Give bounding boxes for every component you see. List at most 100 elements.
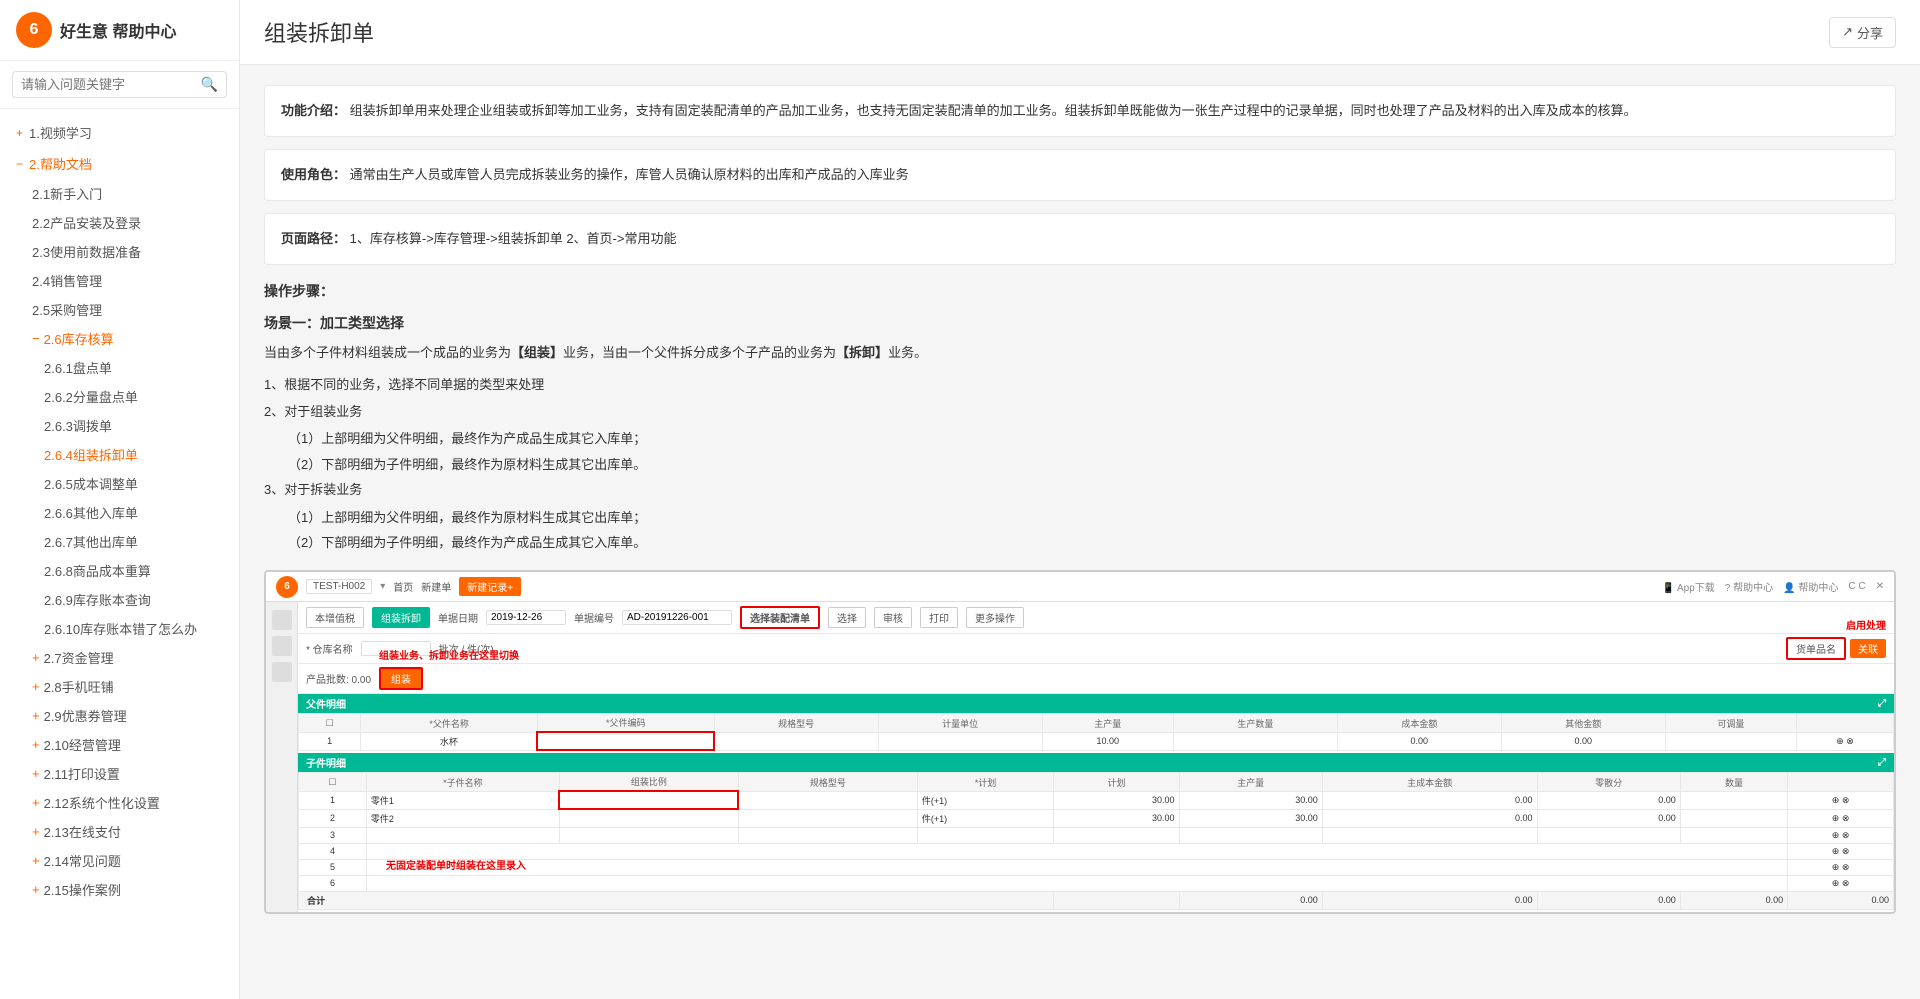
page-title: 组装拆卸单	[264, 16, 374, 48]
search-box[interactable]: 🔍	[12, 71, 227, 98]
upper-cell-checkbox[interactable]: 1	[299, 732, 361, 750]
step-3: 3、对于拆装业务	[264, 478, 1896, 501]
scenario1-intro: 当由多个子件材料组装成一个成品的业务为【组装】业务，当由一个父件拆分成多个子产品…	[264, 341, 1896, 364]
sidebar-item-sales[interactable]: 2.4销售管理	[0, 266, 239, 295]
app-select-btn[interactable]: 选择	[828, 607, 866, 628]
app-nav-home[interactable]: 首页	[393, 579, 413, 594]
nav-tree: + 1.视频学习 − 2.帮助文档 2.1新手入门 2.2产品安装及登录 2.3…	[0, 109, 239, 999]
app-date-input[interactable]	[486, 610, 566, 625]
app-id: TEST-H002	[306, 579, 372, 594]
lr3-action[interactable]: ⊕ ⊗	[1788, 827, 1894, 843]
sidebar-item-data-prep[interactable]: 2.3使用前数据准备	[0, 237, 239, 266]
search-icon[interactable]: 🔍	[201, 76, 218, 93]
lr1-action[interactable]: ⊕ ⊗	[1788, 791, 1894, 809]
sidebar-item-help-docs[interactable]: − 2.帮助文档	[0, 148, 239, 179]
sidebar-item-purchase[interactable]: 2.5采购管理	[0, 295, 239, 324]
upper-cell-name[interactable]: 水杯	[361, 732, 538, 750]
lr5-action[interactable]: ⊕ ⊗	[1788, 859, 1894, 875]
lr5-check[interactable]: 5	[299, 859, 367, 875]
lr3-plan2	[1054, 827, 1179, 843]
app-more-btn[interactable]: 更多操作	[966, 607, 1024, 628]
lr1-check[interactable]: 1	[299, 791, 367, 809]
sidebar-item-ops[interactable]: + 2.10经营管理	[0, 730, 239, 759]
app-assembly-toggle-btn[interactable]: 组装	[379, 667, 423, 690]
app-tab-invoice[interactable]: 本增值税	[306, 607, 364, 628]
steps-list: 1、根据不同的业务，选择不同单据的类型来处理 2、对于组装业务 （1）上部明细为…	[264, 373, 1896, 555]
lr6-empty	[366, 875, 1787, 891]
sidebar-item-assembly[interactable]: 2.6.4组装拆卸单	[0, 440, 239, 469]
lr2-plan2: 30.00	[1054, 809, 1179, 827]
share-icon: ↗	[1842, 24, 1853, 40]
sidebar-item-stocktake[interactable]: 2.6.1盘点单	[0, 353, 239, 382]
lr2-name[interactable]: 零件2	[366, 809, 559, 827]
app-select-config-btn[interactable]: 选择装配清单	[740, 606, 820, 629]
upper-cell-code[interactable]	[537, 732, 714, 750]
app-topbar-right: 📱 App下载 ? 帮助中心 👤 帮助中心 C C ✕	[1662, 579, 1884, 594]
app-close-icon[interactable]: ✕	[1876, 581, 1884, 592]
role-block: 使用角色： 通常由生产人员或库管人员完成拆装业务的操作，库管人员确认原材料的出库…	[264, 149, 1896, 201]
upper-cell-action[interactable]: ⊕ ⊗	[1797, 732, 1894, 750]
sidebar-item-inventory[interactable]: − 2.6库存核算	[0, 324, 239, 353]
lr4-check[interactable]: 4	[299, 843, 367, 859]
sidebar-item-install[interactable]: 2.2产品安装及登录	[0, 208, 239, 237]
app-help[interactable]: ? 帮助中心	[1725, 579, 1773, 594]
sidebar-item-inventory-error[interactable]: 2.6.10库存账本错了怎么办	[0, 614, 239, 643]
sidebar-item-video-learning[interactable]: + 1.视频学习	[0, 117, 239, 148]
lr1-ratio[interactable]	[559, 791, 738, 809]
app-audit-btn[interactable]: 审核	[874, 607, 912, 628]
lr6-check[interactable]: 6	[299, 875, 367, 891]
lr3-name[interactable]	[366, 827, 559, 843]
lr4-action[interactable]: ⊕ ⊗	[1788, 843, 1894, 859]
sidebar-item-new-user[interactable]: 2.1新手入门	[0, 179, 239, 208]
upper-th-spec: 规格型号	[714, 714, 878, 733]
path-label: 页面路径：	[281, 231, 346, 246]
upper-cell-unit	[878, 732, 1042, 750]
expand-icon-print: +	[32, 766, 40, 781]
app-code-input[interactable]	[622, 610, 732, 625]
sidebar-item-cases[interactable]: + 2.15操作案例	[0, 875, 239, 904]
app-upper-expand-icon[interactable]: ⤢	[1878, 698, 1886, 709]
share-button[interactable]: ↗ 分享	[1829, 17, 1896, 48]
sidebar-item-coupon[interactable]: + 2.9优惠券管理	[0, 701, 239, 730]
sidebar-item-customization[interactable]: + 2.12系统个性化设置	[0, 788, 239, 817]
app-print-btn[interactable]: 打印	[920, 607, 958, 628]
expand-icon-pay: +	[32, 824, 40, 839]
role-text: 通常由生产人员或库管人员完成拆装业务的操作，库管人员确认原材料的出库和产成品的入…	[350, 167, 909, 182]
app-select-config-dropdown[interactable]: 货单品名	[1786, 637, 1846, 660]
sidebar-item-other-in[interactable]: 2.6.6其他入库单	[0, 498, 239, 527]
footer-total-4: 0.00	[1537, 891, 1680, 909]
lower-row-2: 2 零件2 件(+1) 30.00 30.00 0.00 0.00	[299, 809, 1894, 827]
search-input[interactable]	[21, 77, 201, 92]
sidebar-item-transfer[interactable]: 2.6.3调拨单	[0, 411, 239, 440]
lr2-check[interactable]: 2	[299, 809, 367, 827]
lr2-action[interactable]: ⊕ ⊗	[1788, 809, 1894, 827]
sidebar-item-cost-adj[interactable]: 2.6.5成本调整单	[0, 469, 239, 498]
app-new-record-btn[interactable]: 新建记录+	[459, 577, 521, 596]
sidebar-item-finance[interactable]: + 2.7资金管理	[0, 643, 239, 672]
sidebar-item-mobile[interactable]: + 2.8手机旺铺	[0, 672, 239, 701]
app-tab-assembly[interactable]: 组装拆卸	[372, 607, 430, 628]
annotation-no-config: 无固定装配单时组装在这里录入	[386, 857, 526, 872]
lower-row-1: 1 零件1 件(+1) 30.00 30.00 0.00 0.00	[299, 791, 1894, 809]
lr1-plan: 件(+1)	[917, 791, 1053, 809]
sidebar-item-faq[interactable]: + 2.14常见问题	[0, 846, 239, 875]
lr2-cost: 0.00	[1322, 809, 1537, 827]
app-confirm-btn[interactable]: 关联	[1850, 639, 1886, 658]
app-quickaction-area: 货单品名 关联 启用处理	[1786, 637, 1886, 660]
lower-th-name: *子件名称	[366, 773, 559, 792]
upper-th-actions	[1797, 714, 1894, 733]
app-download[interactable]: 📱 App下载	[1662, 579, 1714, 594]
app-user[interactable]: 👤 帮助中心	[1783, 579, 1838, 594]
sidebar-item-online-pay[interactable]: + 2.13在线支付	[0, 817, 239, 846]
app-nav-new[interactable]: 新建单	[421, 579, 451, 594]
sidebar-item-part-stocktake[interactable]: 2.6.2分量盘点单	[0, 382, 239, 411]
sidebar-item-inventory-query[interactable]: 2.6.9库存账本查询	[0, 585, 239, 614]
lr1-spec	[738, 791, 917, 809]
app-lower-expand-icon[interactable]: ⤢	[1878, 757, 1886, 768]
lr1-name[interactable]: 零件1	[366, 791, 559, 809]
sidebar-item-print[interactable]: + 2.11打印设置	[0, 759, 239, 788]
sidebar-item-other-out[interactable]: 2.6.7其他出库单	[0, 527, 239, 556]
lr3-check[interactable]: 3	[299, 827, 367, 843]
lr6-action[interactable]: ⊕ ⊗	[1788, 875, 1894, 891]
sidebar-item-cost-recalc[interactable]: 2.6.8商品成本重算	[0, 556, 239, 585]
